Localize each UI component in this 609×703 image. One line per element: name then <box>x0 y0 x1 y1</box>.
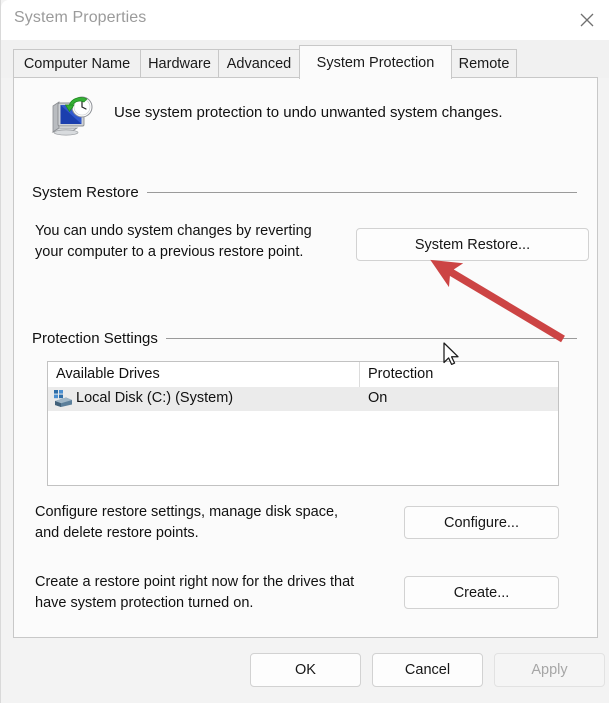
description-line-1: Configure restore settings, manage disk … <box>35 504 339 520</box>
button-label: System Restore... <box>414 236 531 253</box>
banner-text: Use system protection to undo unwanted s… <box>114 104 503 121</box>
description-line-2: your computer to a previous restore poin… <box>35 244 304 260</box>
button-label: Create... <box>453 584 510 601</box>
button-label: Cancel <box>404 662 451 678</box>
drive-name-cell: Local Disk (C:) (System) <box>76 390 234 406</box>
button-label: Configure... <box>444 514 519 531</box>
tab-hardware[interactable]: Hardware <box>140 49 219 78</box>
create-button[interactable]: Create... <box>404 576 559 609</box>
configure-description: Configure restore settings, manage disk … <box>35 502 405 544</box>
group-header-system-restore: System Restore <box>32 184 577 201</box>
system-restore-description: You can undo system changes by reverting… <box>35 221 365 263</box>
protection-banner: Use system protection to undo unwanted s… <box>32 90 577 142</box>
ok-button[interactable]: OK <box>250 653 361 687</box>
tab-computer-name[interactable]: Computer Name <box>13 49 141 78</box>
group-label: Protection Settings <box>32 330 158 347</box>
system-properties-window: System Properties Computer Name Hardware… <box>0 0 609 703</box>
close-glyph <box>580 13 593 27</box>
description-line-1: You can undo system changes by reverting <box>35 223 312 239</box>
tab-label: System Protection <box>316 54 435 71</box>
system-restore-button[interactable]: System Restore... <box>356 228 589 261</box>
close-icon[interactable] <box>563 0 609 40</box>
description-line-2: have system protection turned on. <box>35 595 254 611</box>
column-divider[interactable] <box>359 362 360 387</box>
create-description: Create a restore point right now for the… <box>35 572 420 614</box>
tab-label: Remote <box>458 56 510 72</box>
title-bar: System Properties <box>1 0 609 40</box>
available-drives-list[interactable]: Available Drives Protection Local Disk (… <box>47 361 559 486</box>
system-restore-icon <box>49 94 95 138</box>
column-header-protection: Protection <box>368 366 434 382</box>
window-title: System Properties <box>14 9 147 26</box>
hard-disk-icon <box>53 390 73 408</box>
tab-system-protection[interactable]: System Protection <box>299 45 452 79</box>
tab-content-panel: Use system protection to undo unwanted s… <box>13 77 598 638</box>
button-label: OK <box>295 662 316 678</box>
tab-strip: Computer Name Hardware Advanced System P… <box>1 40 609 79</box>
tab-advanced[interactable]: Advanced <box>218 49 300 78</box>
list-header-row: Available Drives Protection <box>48 362 558 387</box>
column-header-available-drives: Available Drives <box>56 366 160 382</box>
group-header-protection-settings: Protection Settings <box>32 330 577 347</box>
group-label: System Restore <box>32 184 139 201</box>
group-rule <box>165 338 577 339</box>
tab-label: Hardware <box>148 56 211 72</box>
button-label: Apply <box>531 662 568 678</box>
tab-label: Computer Name <box>23 56 131 72</box>
system-restore-glyph <box>51 96 93 136</box>
tab-label: Advanced <box>226 56 292 72</box>
hard-disk-glyph <box>54 390 72 407</box>
configure-button[interactable]: Configure... <box>404 506 559 539</box>
dialog-footer: OK Cancel Apply <box>1 639 609 703</box>
tab-remote[interactable]: Remote <box>451 49 517 78</box>
apply-button: Apply <box>494 653 605 687</box>
description-line-2: and delete restore points. <box>35 525 199 541</box>
table-row[interactable]: Local Disk (C:) (System) On <box>48 387 558 411</box>
description-line-1: Create a restore point right now for the… <box>35 574 355 590</box>
drive-protection-cell: On <box>368 390 388 406</box>
cancel-button[interactable]: Cancel <box>372 653 483 687</box>
group-rule <box>146 192 577 193</box>
